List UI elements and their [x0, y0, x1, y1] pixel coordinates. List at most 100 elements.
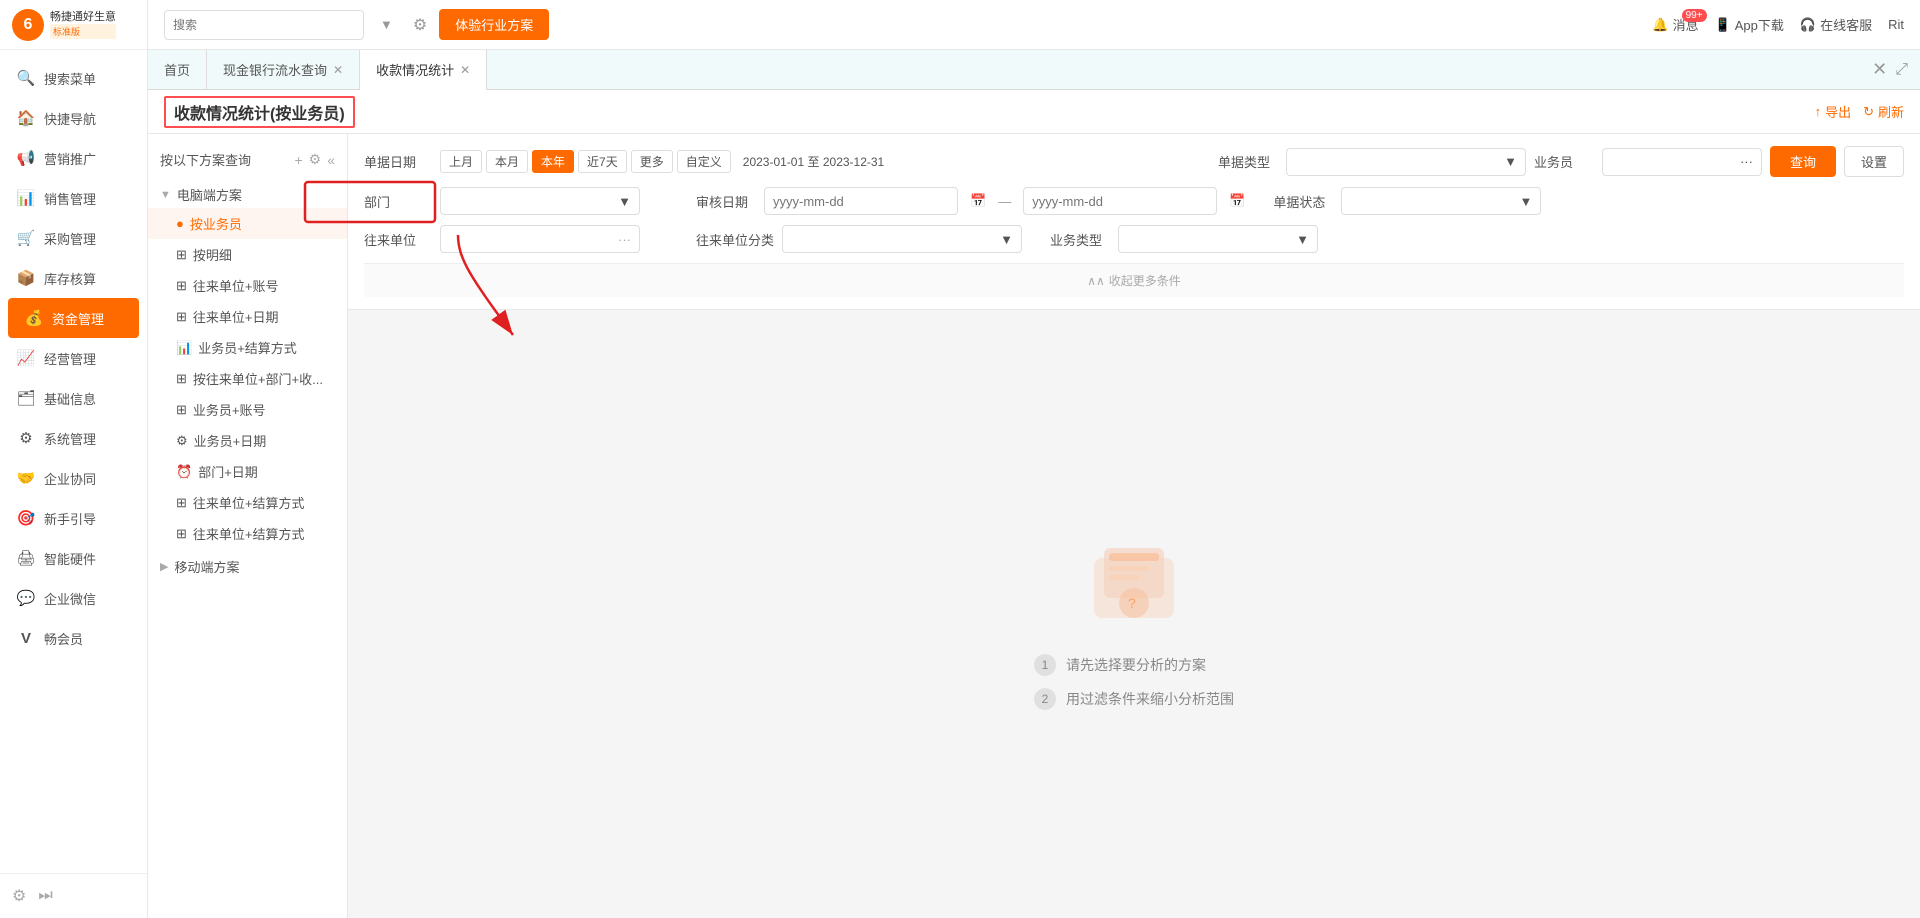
tabbar-close-button[interactable]: ✕ — [1872, 59, 1887, 80]
sidebar-item-label: 企业微信 — [44, 589, 96, 608]
export-button[interactable]: ↑ 导出 — [1815, 102, 1852, 121]
panel-settings-icon[interactable]: ⚙ — [309, 151, 322, 168]
tree-item-dept-date[interactable]: ⏰ 部门+日期 — [148, 456, 347, 487]
right-panel: 单据日期 上月 本月 本年 近7天 更多 自定义 2023-01-01 至 — [348, 134, 1920, 918]
date-btn-more[interactable]: 更多 — [631, 150, 673, 173]
collapse-sidebar-icon[interactable]: ⏭ — [38, 887, 52, 905]
topbar-search-input[interactable] — [164, 10, 364, 40]
chevron-down-icon5: ▼ — [1000, 232, 1013, 247]
sales-nav-icon: 📊 — [16, 188, 36, 208]
sidebar-item-wechat[interactable]: 💬 企业微信 — [0, 578, 147, 618]
tree-item-label: 业务员+日期 — [194, 431, 267, 450]
tree-item-staff-settle[interactable]: 📊 业务员+结算方式 — [148, 332, 347, 363]
tabbar-expand-button[interactable]: ⤢ — [1895, 61, 1908, 79]
panel-header-icons: + ⚙ « — [294, 151, 335, 168]
date-btn-last-month[interactable]: 上月 — [440, 150, 482, 173]
unit-ellipsis-icon[interactable]: ··· — [618, 232, 631, 247]
tree-item-unit-dept-recv[interactable]: ⊞ 按往来单位+部门+收... — [148, 363, 347, 394]
sidebar-item-label: 营销推广 — [44, 149, 96, 168]
collapse-bar[interactable]: ∧∧ 收起更多条件 — [364, 263, 1904, 297]
topbar-messages[interactable]: 🔔 消息 99+ — [1652, 15, 1698, 34]
settings-icon[interactable]: ⚙ — [12, 886, 26, 906]
date-btn-custom[interactable]: 自定义 — [677, 150, 731, 173]
step-1-number: 1 — [1034, 654, 1056, 676]
refresh-button[interactable]: ↻ 刷新 — [1863, 102, 1904, 121]
tree-section-desktop-header[interactable]: ▼ 电脑端方案 — [148, 181, 347, 208]
tree-item-by-staff[interactable]: ● 按业务员 — [148, 208, 347, 239]
review-date-to-input[interactable] — [1023, 187, 1217, 215]
topbar-chevron-icon[interactable]: ▼ — [380, 17, 393, 32]
sidebar-item-purchase[interactable]: 🛒 采购管理 — [0, 218, 147, 258]
unit-select[interactable]: ··· — [440, 225, 640, 253]
tab-bank-label: 现金银行流水查询 — [223, 60, 327, 79]
review-date-from-input[interactable] — [764, 187, 958, 215]
voucher-type-select[interactable]: ▼ — [1286, 148, 1526, 176]
tree-item-unit-settle2[interactable]: ⊞ 往来单位+结算方式 — [148, 518, 347, 549]
staff-date-icon: ⚙ — [176, 433, 188, 449]
panel-add-icon[interactable]: + — [294, 152, 302, 168]
topbar-app-download[interactable]: 📱 App下载 — [1715, 15, 1784, 34]
staff-select[interactable]: ··· — [1602, 148, 1762, 176]
refresh-label: 刷新 — [1878, 102, 1904, 121]
tree-item-unit-account[interactable]: ⊞ 往来单位+账号 — [148, 270, 347, 301]
tree-section-mobile-header[interactable]: ▶ 移动端方案 — [148, 553, 347, 580]
voucher-status-select[interactable]: ▼ — [1341, 187, 1541, 215]
dept-filter-label: 部门 — [364, 192, 424, 211]
sidebar-item-inventory[interactable]: 📦 库存核算 — [0, 258, 147, 298]
unit-category-select[interactable]: ▼ — [782, 225, 1022, 253]
sidebar-item-finance[interactable]: 💰 资金管理 — [8, 298, 139, 338]
trial-button[interactable]: 体验行业方案 — [439, 9, 549, 40]
tree-item-label: 按往来单位+部门+收... — [193, 369, 323, 388]
sidebar-item-sales[interactable]: 📊 销售管理 — [0, 178, 147, 218]
sidebar-bottom: ⚙ ⏭ — [0, 873, 147, 918]
unit-settle2-icon: ⊞ — [176, 526, 187, 542]
tab-home[interactable]: 首页 — [148, 50, 207, 90]
sidebar-item-marketing[interactable]: 📢 营销推广 — [0, 138, 147, 178]
date-btn-this-month[interactable]: 本月 — [486, 150, 528, 173]
tab-bank-close-icon[interactable]: ✕ — [333, 63, 343, 77]
logo-badge: 标准版 — [50, 24, 116, 39]
tree-item-unit-date[interactable]: ⊞ 往来单位+日期 — [148, 301, 347, 332]
sidebar-item-basic[interactable]: 🗂 基础信息 — [0, 378, 147, 418]
sidebar-item-enterprise[interactable]: 🤝 企业协同 — [0, 458, 147, 498]
tab-bank[interactable]: 现金银行流水查询 ✕ — [207, 50, 360, 90]
date-btn-this-year[interactable]: 本年 — [532, 150, 574, 173]
filter-row-3: 往来单位 ··· 往来单位分类 ▼ 业务类型 — [364, 225, 1904, 253]
tab-receipt[interactable]: 收款情况统计 ✕ — [360, 50, 487, 90]
sidebar-item-search[interactable]: 🔍 搜索菜单 — [0, 58, 147, 98]
tree-item-label: 部门+日期 — [198, 462, 258, 481]
sidebar-item-hardware[interactable]: 🖨 智能硬件 — [0, 538, 147, 578]
sidebar-item-label: 库存核算 — [44, 269, 96, 288]
collapse-up-icon: ∧∧ — [1087, 274, 1105, 288]
tabbar-actions: ✕ ⤢ — [1872, 59, 1920, 80]
sidebar-item-guide[interactable]: 🎯 新手引导 — [0, 498, 147, 538]
calendar-icon-to[interactable]: 📅 — [1229, 193, 1245, 209]
tree-item-unit-settle1[interactable]: ⊞ 往来单位+结算方式 — [148, 487, 347, 518]
calendar-icon-from[interactable]: 📅 — [970, 193, 986, 209]
tree-item-staff-account[interactable]: ⊞ 业务员+账号 — [148, 394, 347, 425]
query-button[interactable]: 查询 — [1770, 146, 1836, 177]
date-btn-last7days[interactable]: 近7天 — [578, 150, 627, 173]
sidebar-item-operation[interactable]: 📈 经营管理 — [0, 338, 147, 378]
panel-collapse-icon[interactable]: « — [327, 152, 335, 168]
topbar-online-service[interactable]: 🎧 在线客服 — [1800, 15, 1872, 34]
online-service-label: 在线客服 — [1820, 15, 1872, 34]
unit-date-icon: ⊞ — [176, 309, 187, 325]
topbar-right: 🔔 消息 99+ 📱 App下载 🎧 在线客服 Rit — [1652, 15, 1904, 34]
sidebar-item-quicknav[interactable]: 🏠 快捷导航 — [0, 98, 147, 138]
tree-item-staff-date[interactable]: ⚙ 业务员+日期 — [148, 425, 347, 456]
content-area: 按以下方案查询 + ⚙ « ▼ 电脑端方案 ● 按业务员 — [148, 134, 1920, 918]
dept-select[interactable]: ▼ — [440, 187, 640, 215]
staff-settle-icon: 📊 — [176, 340, 192, 356]
topbar-username[interactable]: Rit — [1888, 17, 1904, 32]
tree-item-by-detail[interactable]: ⊞ 按明细 — [148, 239, 347, 270]
biz-type-select[interactable]: ▼ — [1118, 225, 1318, 253]
filter-row-2: 部门 ▼ 审核日期 📅 — 📅 单据状态 — [364, 187, 1904, 215]
sidebar-item-member[interactable]: V 畅会员 — [0, 618, 147, 658]
sidebar-logo: 6 畅捷通好生意 标准版 — [0, 0, 147, 50]
topbar-gear-icon[interactable]: ⚙ — [413, 15, 427, 35]
sidebar-item-system[interactable]: ⚙ 系统管理 — [0, 418, 147, 458]
tab-receipt-close-icon[interactable]: ✕ — [460, 63, 470, 77]
enterprise-nav-icon: 🤝 — [16, 468, 36, 488]
settings-button[interactable]: 设置 — [1844, 146, 1904, 177]
